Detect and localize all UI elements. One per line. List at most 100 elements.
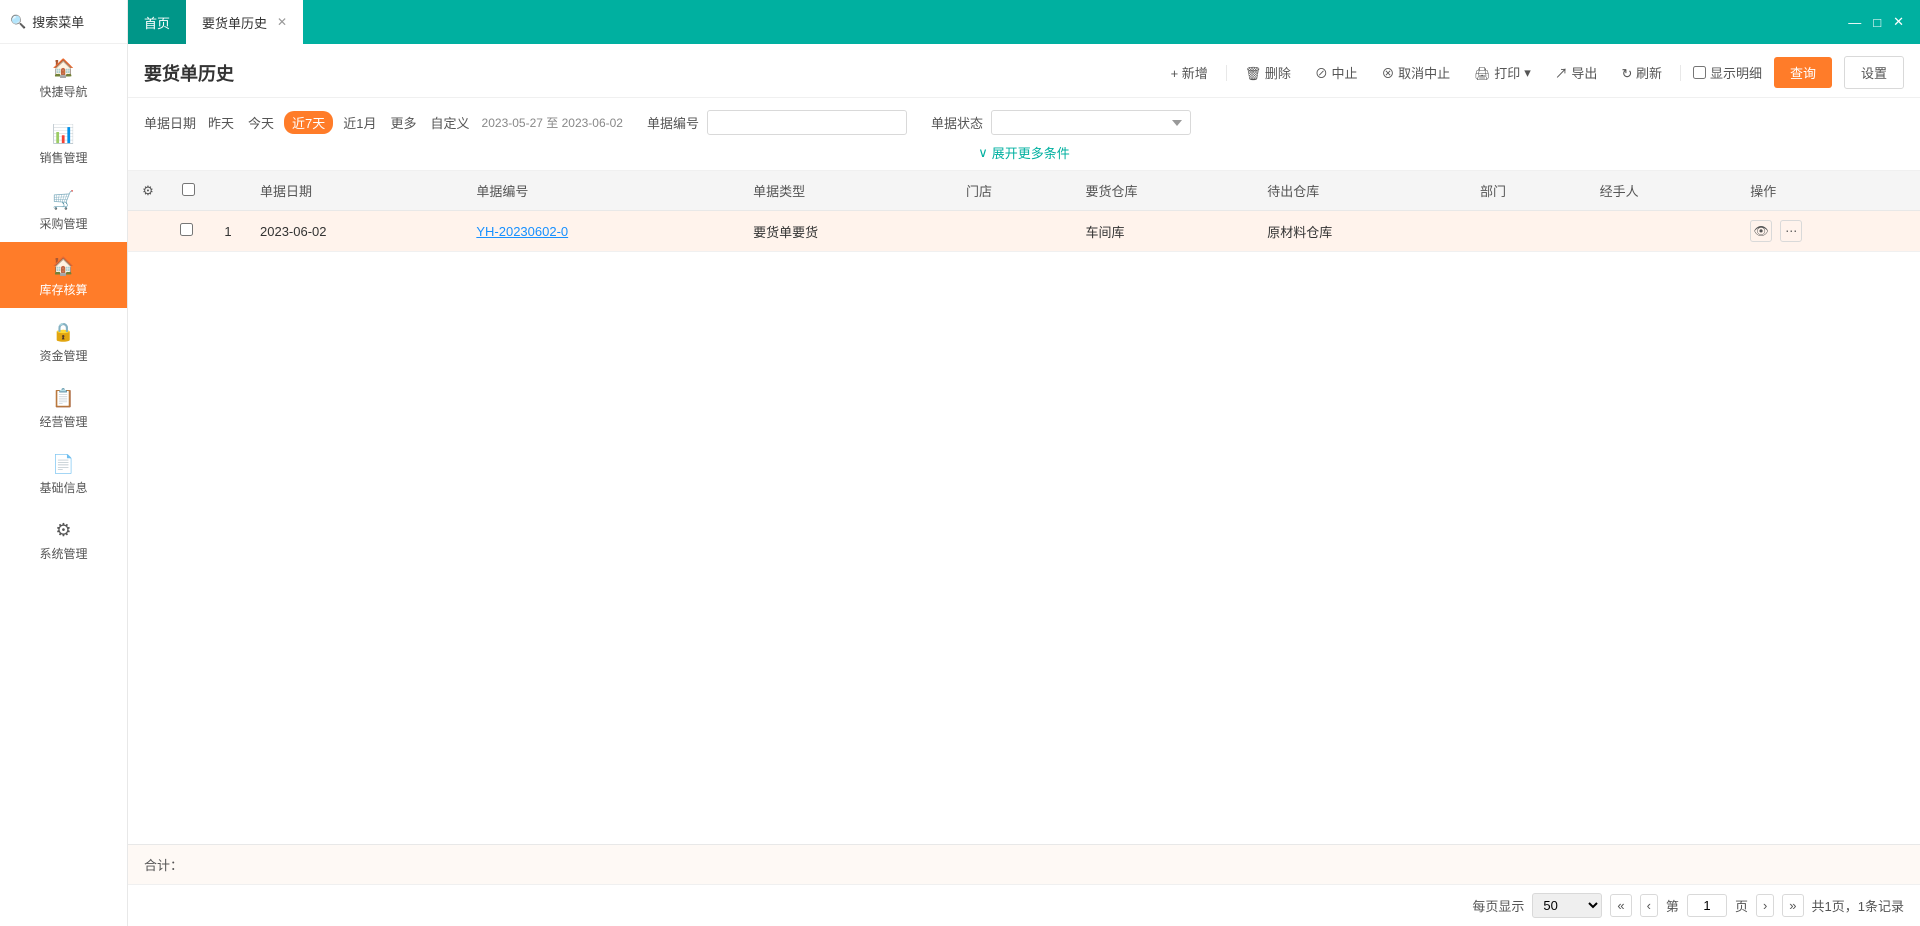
sidebar-item-quick-nav-label: 快捷导航 [39, 83, 87, 100]
query-button[interactable]: 查询 [1774, 57, 1832, 88]
th-store[interactable]: 门店 [954, 171, 1074, 211]
sidebar-item-inventory-label: 库存核算 [39, 281, 87, 298]
prev-page-btn[interactable]: ‹ [1640, 894, 1658, 917]
action-more-icon[interactable]: ⋯ [1780, 220, 1802, 242]
th-action-label: 操作 [1750, 184, 1776, 199]
cell-settings [128, 211, 168, 252]
operations-icon: 📋 [52, 388, 74, 409]
system-icon: ⚙ [55, 520, 71, 541]
sidebar-item-operations-label: 经营管理 [39, 413, 87, 430]
sidebar-item-system[interactable]: ⚙ 系统管理 [0, 506, 127, 572]
status-select[interactable] [991, 110, 1191, 135]
date-option-last7days[interactable]: 近7天 [284, 111, 333, 134]
sidebar-item-sales[interactable]: 📊 销售管理 [0, 110, 127, 176]
show-detail-checkbox[interactable] [1693, 66, 1706, 79]
sidebar-item-finance[interactable]: 🔒 资金管理 [0, 308, 127, 374]
th-pending-warehouse[interactable]: 待出仓库 [1255, 171, 1468, 211]
sidebar-item-sales-label: 销售管理 [39, 149, 87, 166]
export-button[interactable]: ↗ 导出 [1549, 59, 1604, 86]
date-option-yesterday[interactable]: 昨天 [204, 111, 238, 134]
sidebar-item-quick-nav[interactable]: 🏠 快捷导航 [0, 44, 127, 110]
sidebar-item-operations[interactable]: 📋 经营管理 [0, 374, 127, 440]
th-pending-warehouse-label: 待出仓库 [1267, 184, 1319, 199]
table-row: 1 2023-06-02 YH-20230602-0 要货单要货 车间库 原材料… [128, 211, 1920, 252]
maximize-icon[interactable]: □ [1873, 15, 1881, 30]
page-title: 要货单历史 [144, 60, 234, 86]
refresh-button[interactable]: ↻ 刷新 [1615, 59, 1668, 86]
sidebar-item-purchase[interactable]: 🛒 采购管理 [0, 176, 127, 242]
settings-button[interactable]: 设置 [1844, 56, 1904, 89]
sidebar-item-inventory[interactable]: 🏠 库存核算 [0, 242, 127, 308]
filter-row: 单据日期 昨天 今天 近7天 近1月 更多 自定义 2023-05-27 至 2… [144, 110, 1904, 135]
tab-home[interactable]: 首页 [128, 0, 186, 44]
cancel-suspend-button[interactable]: ⊗ 取消中止 [1376, 59, 1457, 86]
date-option-custom[interactable]: 自定义 [427, 111, 474, 134]
th-settings[interactable]: ⚙ [128, 171, 168, 211]
page-input[interactable] [1687, 894, 1727, 917]
date-option-more[interactable]: 更多 [387, 111, 421, 134]
cell-handler [1588, 211, 1739, 252]
topbar-right: — □ ✕ [1848, 14, 1920, 30]
delete-button[interactable]: 🗑 删除 [1239, 59, 1297, 86]
th-action: 操作 [1738, 171, 1920, 211]
sales-icon: 📊 [52, 124, 74, 145]
sidebar-search[interactable]: 🔍 搜索菜单 [0, 0, 127, 44]
row-checkbox[interactable] [180, 223, 193, 236]
sidebar-item-purchase-label: 采购管理 [39, 215, 87, 232]
cell-department [1468, 211, 1588, 252]
th-order-no-label: 单据编号 [476, 184, 528, 199]
th-order-no[interactable]: 单据编号 [464, 171, 741, 211]
th-department-label: 部门 [1480, 184, 1506, 199]
status-label: 单据状态 [931, 113, 983, 132]
page-suffix: 页 [1735, 896, 1748, 915]
th-date[interactable]: 单据日期 [248, 171, 464, 211]
home-icon: 🏠 [52, 58, 74, 79]
cell-date: 2023-06-02 [248, 211, 464, 252]
date-filter-label: 单据日期 [144, 113, 196, 132]
expand-more-label: 展开更多条件 [992, 143, 1070, 162]
suspend-button[interactable]: ⊘ 中止 [1309, 59, 1364, 86]
main-area: 首页 要货单历史 ✕ — □ ✕ 要货单历史 + 新增 🗑 删除 [128, 0, 1920, 926]
table-container: ⚙ 单据日期 单据编号 单据类型 [128, 171, 1920, 844]
minimize-icon[interactable]: — [1848, 15, 1861, 30]
per-page-select[interactable]: 50 10 20 100 [1532, 893, 1602, 918]
cell-order-type: 要货单要货 [741, 211, 954, 252]
order-no-input[interactable] [707, 110, 907, 135]
toolbar-divider-1 [1226, 65, 1227, 81]
next-page-btn[interactable]: › [1756, 894, 1774, 917]
select-all-checkbox[interactable] [182, 183, 195, 196]
print-dropdown-icon: ▾ [1524, 65, 1531, 81]
th-req-warehouse[interactable]: 要货仓库 [1074, 171, 1256, 211]
th-num [208, 171, 248, 211]
tab-close-icon[interactable]: ✕ [277, 15, 287, 29]
order-no-link[interactable]: YH-20230602-0 [476, 224, 568, 239]
th-department[interactable]: 部门 [1468, 171, 1588, 211]
tab-home-label: 首页 [144, 13, 170, 32]
cell-num: 1 [208, 211, 248, 252]
print-button[interactable]: 🖨 打印 ▾ [1468, 59, 1537, 86]
suspend-label: ⊘ 中止 [1315, 63, 1358, 82]
sidebar-item-base-info[interactable]: 📄 基础信息 [0, 440, 127, 506]
inventory-icon: 🏠 [52, 256, 74, 277]
action-view-icon[interactable]: 👁 [1750, 220, 1772, 242]
first-page-btn[interactable]: « [1610, 894, 1631, 917]
th-order-type[interactable]: 单据类型 [741, 171, 954, 211]
tab-requisition-history[interactable]: 要货单历史 ✕ [186, 0, 303, 44]
show-detail-toggle[interactable]: 显示明细 [1693, 63, 1762, 82]
th-handler[interactable]: 经手人 [1588, 171, 1739, 211]
sidebar-search-label: 搜索菜单 [32, 12, 84, 31]
tab-requisition-history-label: 要货单历史 [202, 13, 267, 32]
sidebar: 🔍 搜索菜单 🏠 快捷导航 📊 销售管理 🛒 采购管理 🏠 库存核算 🔒 资金管… [0, 0, 128, 926]
status-filter: 单据状态 [931, 110, 1191, 135]
new-label: + 新增 [1171, 63, 1208, 82]
page-header: 要货单历史 + 新增 🗑 删除 ⊘ 中止 ⊗ 取消中止 🖨 打印 ▾ [128, 44, 1920, 98]
date-option-today[interactable]: 今天 [244, 111, 278, 134]
new-button[interactable]: + 新增 [1165, 59, 1214, 86]
order-no-filter: 单据编号 [647, 110, 907, 135]
th-req-warehouse-label: 要货仓库 [1086, 184, 1138, 199]
date-option-last1month[interactable]: 近1月 [339, 111, 380, 134]
last-page-btn[interactable]: » [1782, 894, 1803, 917]
cell-req-warehouse: 车间库 [1074, 211, 1256, 252]
expand-more-btn[interactable]: ∨ 展开更多条件 [144, 143, 1904, 162]
close-icon[interactable]: ✕ [1893, 14, 1904, 30]
